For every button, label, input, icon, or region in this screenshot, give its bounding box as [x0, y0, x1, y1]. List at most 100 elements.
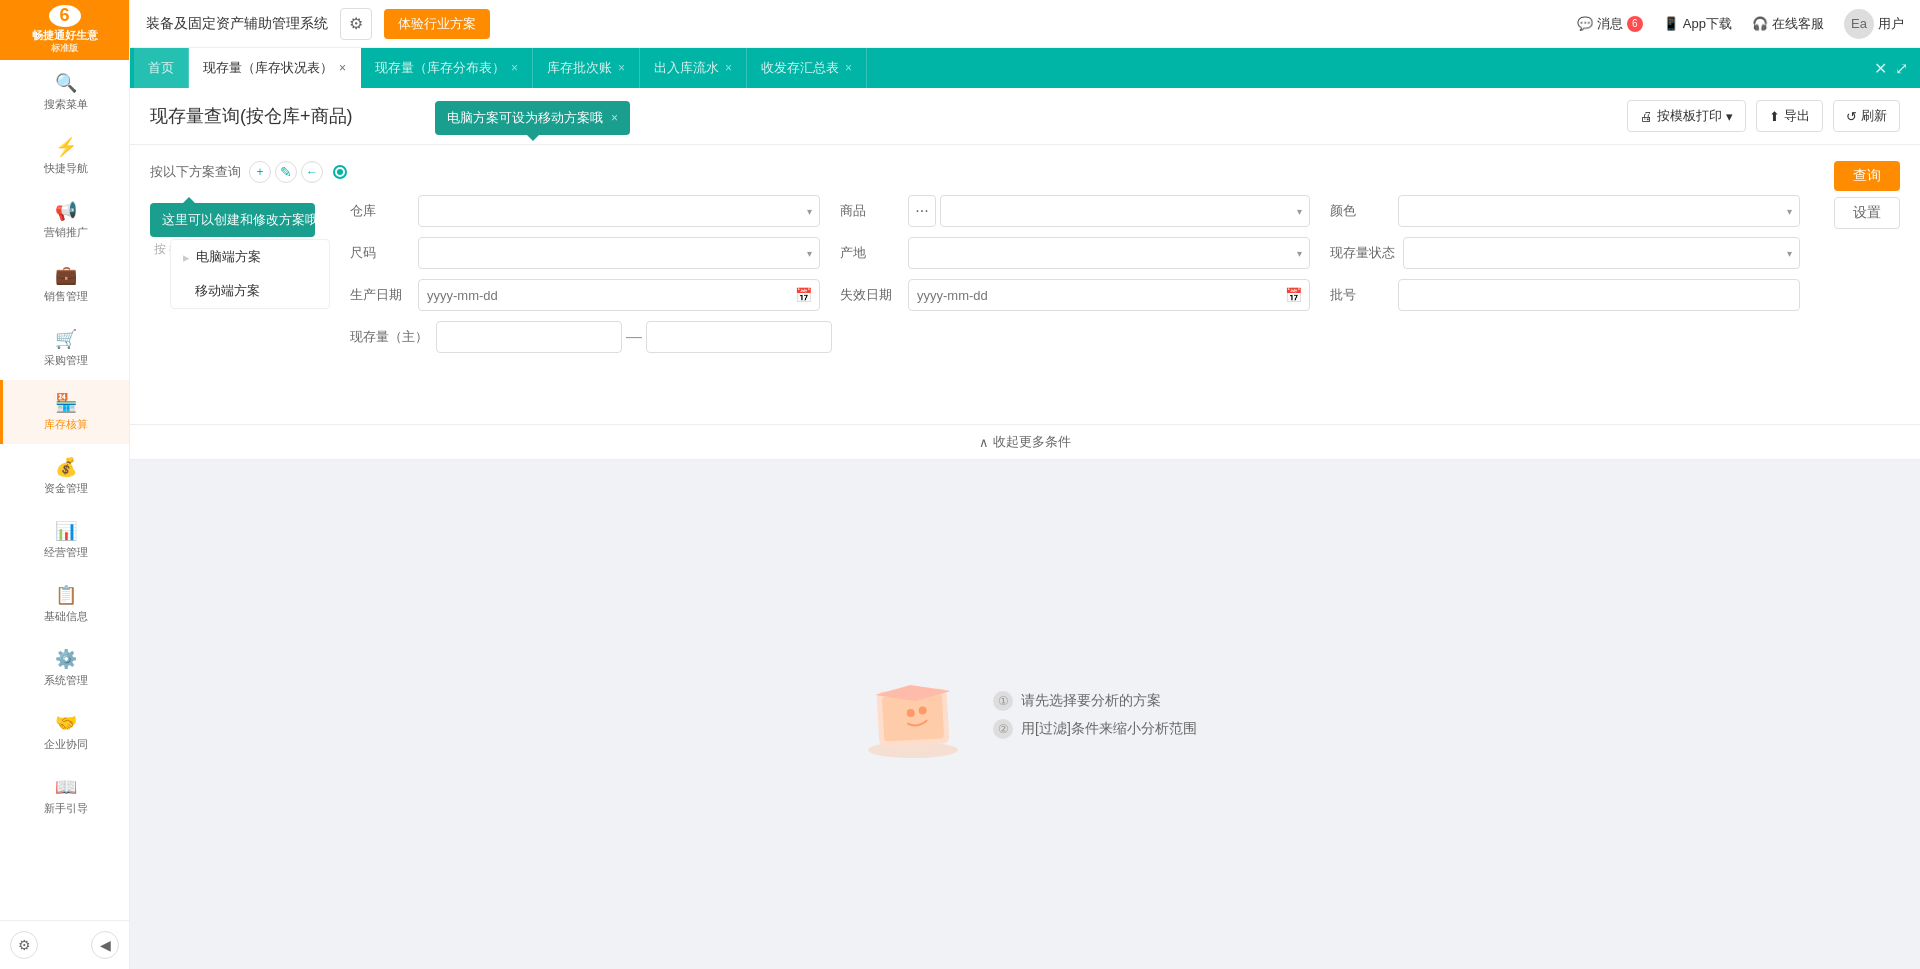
service-button[interactable]: 🎧 在线客服 [1752, 15, 1824, 33]
sidebar-item-label: 采购管理 [44, 353, 88, 368]
sidebar-item-search[interactable]: 🔍 搜索菜单 [0, 60, 129, 124]
logo-symbol: 6 [59, 5, 69, 26]
close-all-tabs-button[interactable]: ✕ [1874, 59, 1887, 78]
svg-rect-2 [882, 693, 944, 741]
filter-row-warehouse: 仓库 ▾ [350, 195, 820, 227]
tab-inout[interactable]: 出入库流水 × [640, 48, 747, 88]
search-button[interactable]: 查询 [1834, 161, 1900, 191]
tab-home-label: 首页 [148, 59, 174, 77]
scheme-item-pc[interactable]: ▸ 电脑端方案 [171, 240, 329, 274]
main-content: 装备及固定资产辅助管理系统 ⚙ 体验行业方案 💬 消息 6 📱 App下载 🎧 … [130, 0, 1920, 969]
collapse-button[interactable]: ∧ 收起更多条件 [979, 433, 1071, 451]
chevron-right-icon: ▸ [183, 250, 190, 265]
warehouse-select[interactable] [418, 195, 820, 227]
tab-home[interactable]: 首页 [134, 48, 189, 88]
chevron-down-icon: ▾ [1726, 109, 1733, 124]
industry-button[interactable]: 体验行业方案 [384, 9, 490, 39]
print-icon: 🖨 [1640, 109, 1653, 124]
sidebar-item-basic[interactable]: 📋 基础信息 [0, 572, 129, 636]
stock-main-to-input[interactable] [646, 321, 832, 353]
dot-indicator [335, 167, 345, 177]
filter-row-expire-date: 失效日期 📅 [840, 279, 1310, 311]
tab-close-icon[interactable]: × [725, 61, 732, 75]
inventory-icon: 🏪 [55, 392, 77, 414]
color-select[interactable] [1398, 195, 1800, 227]
tab-bar-right: ✕ ⤢ [1866, 48, 1916, 88]
sidebar-item-marketing[interactable]: 📢 营销推广 [0, 188, 129, 252]
page-header: 现存量查询(按仓库+商品) 🖨 按模板打印 ▾ ⬆ 导出 ↺ 刷新 [130, 88, 1920, 145]
user-button[interactable]: Ea 用户 [1844, 9, 1904, 39]
sidebar-item-label: 新手引导 [44, 801, 88, 816]
sidebar-item-quick[interactable]: ⚡ 快捷导航 [0, 124, 129, 188]
message-icon: 💬 [1577, 16, 1593, 31]
sidebar-item-guide[interactable]: 📖 新手引导 [0, 764, 129, 828]
origin-select[interactable] [908, 237, 1310, 269]
print-button[interactable]: 🖨 按模板打印 ▾ [1627, 100, 1746, 132]
message-button[interactable]: 💬 消息 6 [1577, 15, 1643, 33]
sidebar-logo: 6 畅捷通好生意 标准版 [0, 0, 129, 60]
edit-scheme-button[interactable]: ✎ [275, 161, 297, 183]
goods-label: 商品 [840, 202, 900, 220]
app-label: App下载 [1683, 15, 1732, 33]
add-scheme-button[interactable]: + [249, 161, 271, 183]
tab-batch-label: 库存批次账 [547, 59, 612, 77]
app-icon: 📱 [1663, 16, 1679, 31]
maximize-button[interactable]: ⤢ [1895, 59, 1908, 78]
size-label: 尺码 [350, 244, 410, 262]
scheme-item-mobile[interactable]: 移动端方案 [171, 274, 329, 308]
stock-main-from-input[interactable] [436, 321, 622, 353]
sidebar-item-business[interactable]: 📊 经营管理 [0, 508, 129, 572]
tab-close-icon[interactable]: × [845, 61, 852, 75]
stock-status-select[interactable] [1403, 237, 1800, 269]
avatar: Ea [1844, 9, 1874, 39]
expire-date-input[interactable] [908, 279, 1310, 311]
sidebar-item-system[interactable]: ⚙️ 系统管理 [0, 636, 129, 700]
tab-batch[interactable]: 库存批次账 × [533, 48, 640, 88]
sidebar-nav: 🔍 搜索菜单 ⚡ 快捷导航 📢 营销推广 💼 销售管理 🛒 采购管理 🏪 库存核… [0, 60, 129, 920]
sidebar-item-purchase[interactable]: 🛒 采购管理 [0, 316, 129, 380]
tooltip-create-close[interactable]: × [326, 213, 333, 227]
tab-collect-label: 收发存汇总表 [761, 59, 839, 77]
origin-select-wrapper: ▾ [908, 237, 1310, 269]
header-left: 装备及固定资产辅助管理系统 ⚙ 体验行业方案 [146, 8, 490, 40]
app-download-button[interactable]: 📱 App下载 [1663, 15, 1732, 33]
tab-close-icon[interactable]: × [618, 61, 625, 75]
batch-no-input[interactable] [1398, 279, 1800, 311]
export-button[interactable]: ⬆ 导出 [1756, 100, 1823, 132]
quick-icon: ⚡ [55, 136, 77, 158]
empty-icon [853, 655, 973, 775]
refresh-button[interactable]: ↺ 刷新 [1833, 100, 1900, 132]
tab-inventory-dist[interactable]: 现存量（库存分布表） × [361, 48, 533, 88]
settings-button[interactable]: ⚙ [10, 931, 38, 959]
prod-date-input[interactable] [418, 279, 820, 311]
tab-collect[interactable]: 收发存汇总表 × [747, 48, 867, 88]
warehouse-label: 仓库 [350, 202, 410, 220]
header-settings-button[interactable]: ⚙ [340, 8, 372, 40]
prod-date-calendar-icon[interactable]: 📅 [795, 287, 812, 303]
tab-inventory-status[interactable]: 现存量（库存状况表） × [189, 48, 361, 88]
sidebar-item-sales[interactable]: 💼 销售管理 [0, 252, 129, 316]
goods-dots-button[interactable]: ··· [908, 195, 936, 227]
tooltip-pc-close[interactable]: × [611, 111, 618, 125]
goods-field-group: ··· ▾ [908, 195, 1310, 227]
tab-close-icon[interactable]: × [339, 61, 346, 75]
filter-fields: 仓库 ▾ 商品 ··· ▾ [350, 195, 1900, 353]
collapse-sidebar-button[interactable]: ◀ [91, 931, 119, 959]
sidebar-item-enterprise[interactable]: 🤝 企业协同 [0, 700, 129, 764]
scheme-pc-label: 电脑端方案 [196, 248, 261, 266]
filter-row-origin: 产地 ▾ [840, 237, 1310, 269]
tab-close-icon[interactable]: × [511, 61, 518, 75]
sidebar-item-inventory[interactable]: 🏪 库存核算 [0, 380, 129, 444]
sidebar-item-finance[interactable]: 💰 资金管理 [0, 444, 129, 508]
color-label: 颜色 [1330, 202, 1390, 220]
goods-select[interactable] [940, 195, 1310, 227]
query-button-group: 查询 设置 [1834, 161, 1900, 229]
expire-date-calendar-icon[interactable]: 📅 [1285, 287, 1302, 303]
guide-icon: 📖 [55, 776, 77, 798]
back-button[interactable]: ← [301, 161, 323, 183]
tooltip-pc-text: 电脑方案可设为移动方案哦 [447, 109, 603, 127]
logo-badge: 标准版 [51, 42, 78, 55]
size-select[interactable] [418, 237, 820, 269]
size-select-wrapper: ▾ [418, 237, 820, 269]
reset-button[interactable]: 设置 [1834, 197, 1900, 229]
